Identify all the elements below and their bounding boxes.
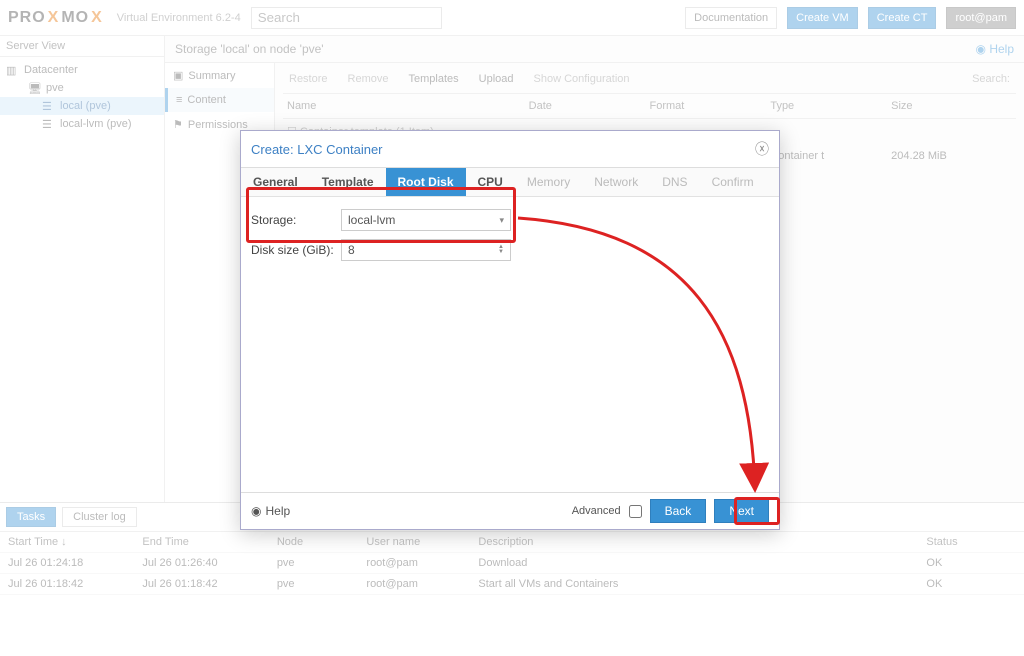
lh-status[interactable]: Status — [926, 536, 1016, 548]
col-date[interactable]: Date — [529, 100, 650, 112]
row-size: 204.28 MiB — [891, 150, 1012, 162]
tab-general[interactable]: General — [241, 168, 310, 196]
tb-remove[interactable]: Remove — [342, 71, 395, 87]
tab-cpu[interactable]: CPU — [466, 168, 515, 196]
view-selector[interactable]: Server View — [0, 36, 164, 57]
lh-start[interactable]: Start Time ↓ — [8, 536, 142, 548]
tab-network: Network — [582, 168, 650, 196]
col-size[interactable]: Size — [891, 100, 1012, 112]
tab-memory: Memory — [515, 168, 582, 196]
search-input[interactable] — [251, 7, 442, 29]
col-type[interactable]: Type — [770, 100, 891, 112]
tasks-tab[interactable]: Tasks — [6, 507, 56, 527]
tab-confirm: Confirm — [700, 168, 766, 196]
disk-size-label: Disk size (GiB): — [251, 243, 341, 257]
spinner-icon[interactable]: ▲▼ — [498, 245, 504, 255]
lh-node[interactable]: Node — [277, 536, 367, 548]
tb-search-label: Search: — [966, 71, 1016, 87]
tree-node-pve[interactable]: 🖥pve — [0, 79, 164, 97]
tab-dns: DNS — [650, 168, 699, 196]
lh-desc[interactable]: Description — [478, 536, 926, 548]
log-row[interactable]: Jul 26 01:24:18Jul 26 01:26:40 pveroot@p… — [0, 553, 1024, 574]
lh-end[interactable]: End Time — [142, 536, 276, 548]
lnav-summary[interactable]: ▣ Summary — [165, 63, 274, 88]
log-row[interactable]: Jul 26 01:18:42Jul 26 01:18:42 pveroot@p… — [0, 574, 1024, 595]
documentation-button[interactable]: Documentation — [685, 7, 777, 29]
storage-select[interactable]: local-lvm▾ — [341, 209, 511, 231]
tab-rootdisk[interactable]: Root Disk — [386, 168, 466, 196]
version-label: Virtual Environment 6.2-4 — [117, 12, 241, 24]
modal-help[interactable]: ◉ Help — [251, 504, 290, 518]
tb-showcfg[interactable]: Show Configuration — [528, 71, 636, 87]
row-type: Container t — [770, 150, 891, 162]
create-lxc-modal: Create: LXC Container ⓧ General Template… — [240, 130, 780, 530]
storage-label: Storage: — [251, 213, 341, 227]
next-button[interactable]: Next — [714, 499, 769, 523]
tree-storage-local-lvm[interactable]: ☰local-lvm (pve) — [0, 115, 164, 133]
cluster-log-tab[interactable]: Cluster log — [62, 507, 137, 527]
tb-restore[interactable]: Restore — [283, 71, 334, 87]
breadcrumb: Storage 'local' on node 'pve' — [175, 42, 324, 56]
user-menu[interactable]: root@pam — [946, 7, 1016, 29]
tb-templates[interactable]: Templates — [403, 71, 465, 87]
modal-title: Create: LXC Container — [251, 142, 383, 157]
advanced-label: Advanced — [572, 505, 621, 517]
lnav-content[interactable]: ≡ Content — [165, 88, 274, 112]
logo: PROXMOX — [8, 9, 103, 27]
help-link[interactable]: ◉ Help — [976, 42, 1015, 56]
close-icon[interactable]: ⓧ — [755, 139, 769, 159]
lh-user[interactable]: User name — [366, 536, 478, 548]
disk-size-input[interactable]: 8 ▲▼ — [341, 239, 511, 261]
back-button[interactable]: Back — [650, 499, 707, 523]
tree-storage-local[interactable]: ☰local (pve) — [0, 97, 164, 115]
tb-upload[interactable]: Upload — [473, 71, 520, 87]
create-vm-button[interactable]: Create VM — [787, 7, 858, 29]
chevron-down-icon: ▾ — [499, 215, 504, 226]
create-ct-button[interactable]: Create CT — [868, 7, 937, 29]
tab-template[interactable]: Template — [310, 168, 386, 196]
tree-datacenter[interactable]: ▥Datacenter — [0, 61, 164, 79]
col-name[interactable]: Name — [287, 100, 529, 112]
advanced-checkbox[interactable] — [629, 505, 642, 518]
col-format[interactable]: Format — [650, 100, 771, 112]
